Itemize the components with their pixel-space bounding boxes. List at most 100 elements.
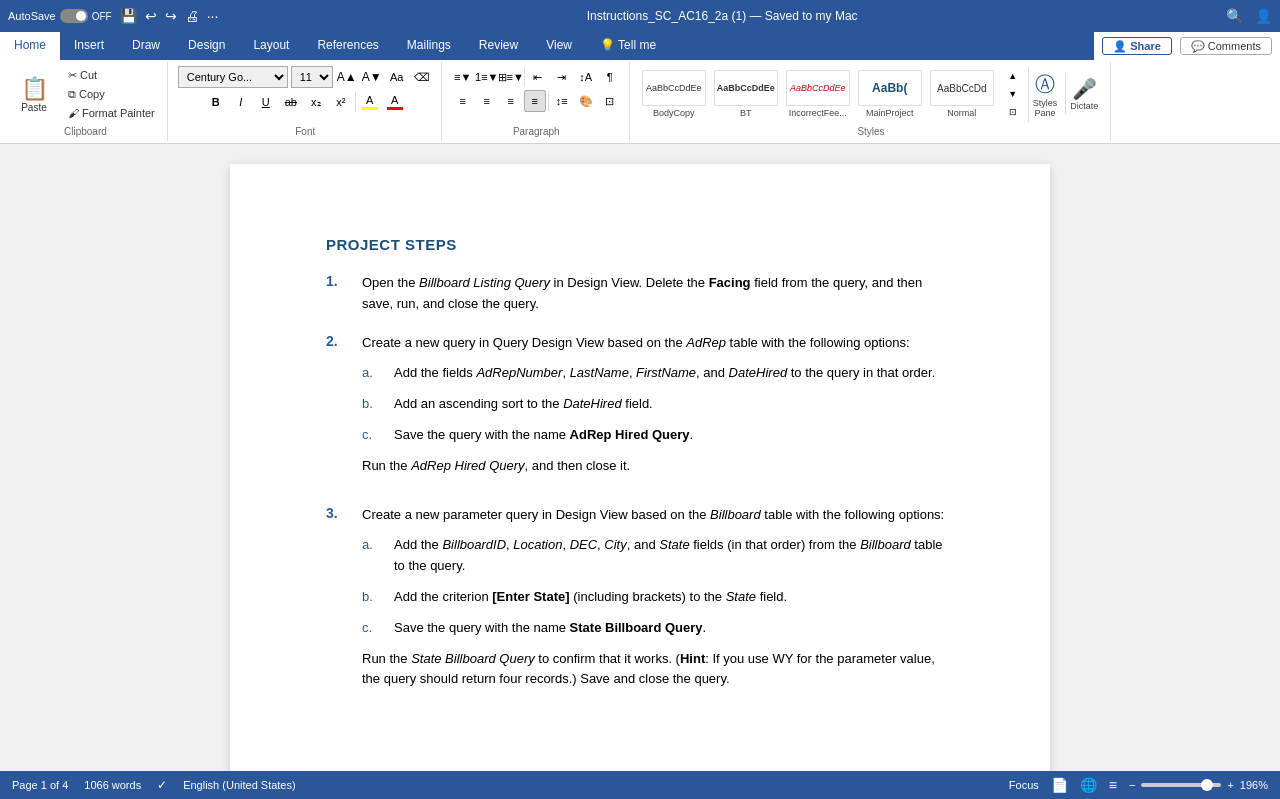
sort-button[interactable]: ↕A (575, 66, 597, 88)
style-incorrect[interactable]: AaBbCcDdEe IncorrectFee... (784, 67, 852, 121)
step1-bold1: Facing (709, 275, 751, 290)
tab-insert[interactable]: Insert (60, 32, 118, 60)
title-bar-center: Instructions_SC_AC16_2a (1) — Saved to m… (587, 9, 858, 23)
copy-button[interactable]: ⧉ Copy (64, 85, 159, 103)
autosave-pill[interactable] (60, 9, 88, 23)
tab-mailings[interactable]: Mailings (393, 32, 465, 60)
font-row-1: Century Go... 11 A▲ A▼ Aa ⌫ (178, 66, 433, 88)
font-size-select[interactable]: 11 (291, 66, 333, 88)
align-right-button[interactable]: ≡ (500, 90, 522, 112)
view-outline-icon[interactable]: ≡ (1109, 777, 1117, 793)
view-print-icon[interactable]: 📄 (1051, 777, 1068, 793)
zoom-out-button[interactable]: − (1129, 779, 1135, 791)
autosave-toggle[interactable]: AutoSave OFF (8, 9, 112, 23)
redo-icon[interactable]: ↪ (165, 8, 177, 24)
increase-indent-button[interactable]: ⇥ (551, 66, 573, 88)
save-icon[interactable]: 💾 (120, 8, 137, 24)
share-button[interactable]: 👤 Share (1102, 37, 1172, 55)
step3a-italic3: DEC (570, 537, 597, 552)
step1-italic1: Billboard Listing Query (419, 275, 550, 290)
styles-content: AaBbCcDdEe BodyCopy AaBbCcDdEe BT AaBbCc… (640, 66, 1103, 122)
comments-button[interactable]: 💬 Comments (1180, 37, 1272, 55)
search-icon[interactable]: 🔍 (1226, 8, 1243, 24)
format-painter-button[interactable]: 🖌 Format Painter (64, 104, 159, 122)
cut-button[interactable]: ✂ Cut (64, 66, 159, 84)
shading-button[interactable]: 🎨 (575, 90, 597, 112)
decrease-indent-button[interactable]: ⇤ (527, 66, 549, 88)
font-color-button[interactable]: A (384, 91, 406, 113)
dictate-icon: 🎤 (1072, 77, 1097, 101)
style-normal[interactable]: AaBbCcDd Normal (928, 67, 996, 121)
styles-list: AaBbCcDdEe BodyCopy AaBbCcDdEe BT AaBbCc… (640, 67, 1024, 121)
tab-view[interactable]: View (532, 32, 586, 60)
tab-design[interactable]: Design (174, 32, 239, 60)
style-bodycopy-preview: AaBbCcDdEe (642, 70, 706, 106)
dictate-button[interactable]: 🎤 Dictate (1065, 73, 1102, 115)
clear-format-button[interactable]: ⌫ (411, 66, 433, 88)
group-styles: AaBbCcDdEe BodyCopy AaBbCcDdEe BT AaBbCc… (632, 62, 1112, 141)
step-3: 3. Create a new parameter query in Desig… (326, 505, 954, 701)
language: English (United States) (183, 779, 296, 791)
show-hide-button[interactable]: ¶ (599, 66, 621, 88)
tab-tell-me[interactable]: 💡 Tell me (586, 32, 670, 60)
step-3c-content: Save the query with the name State Billb… (394, 618, 706, 639)
strikethrough-button[interactable]: ab (280, 91, 302, 113)
change-case-button[interactable]: Aa (386, 66, 408, 88)
tab-review[interactable]: Review (465, 32, 532, 60)
bullets-button[interactable]: ≡▼ (452, 66, 474, 88)
decrease-font-button[interactable]: A▼ (361, 66, 383, 88)
clipboard-content: 📋 Paste ✂ Cut ⧉ Copy 🖌 Format (12, 66, 159, 122)
account-icon[interactable]: 👤 (1255, 8, 1272, 24)
zoom-slider[interactable] (1141, 783, 1221, 787)
styles-expand-button[interactable]: ⊡ (1002, 104, 1024, 120)
styles-pane-button[interactable]: Ⓐ StylesPane (1028, 67, 1062, 122)
borders-button[interactable]: ⊡ (599, 90, 621, 112)
subscript-button[interactable]: x₂ (305, 91, 327, 113)
step-2c-letter: c. (362, 425, 382, 446)
line-spacing-button[interactable]: ↕≡ (551, 90, 573, 112)
print-icon[interactable]: 🖨 (185, 8, 199, 24)
style-bodycopy[interactable]: AaBbCcDdEe BodyCopy (640, 67, 708, 121)
tab-references[interactable]: References (303, 32, 392, 60)
justify-button[interactable]: ≡ (524, 90, 546, 112)
focus-button[interactable]: Focus (1009, 779, 1039, 791)
divider (355, 92, 356, 112)
bold-button[interactable]: B (205, 91, 227, 113)
more-icon[interactable]: ··· (207, 8, 219, 24)
increase-font-button[interactable]: A▲ (336, 66, 358, 88)
style-normal-label: Normal (947, 108, 976, 118)
numbering-button[interactable]: 1≡▼ (476, 66, 498, 88)
tab-layout[interactable]: Layout (239, 32, 303, 60)
styles-up-button[interactable]: ▲ (1002, 68, 1024, 84)
step-1: 1. Open the Billboard Listing Query in D… (326, 273, 954, 315)
step-3c: c. Save the query with the name State Bi… (362, 618, 954, 639)
underline-button[interactable]: U (255, 91, 277, 113)
zoom-in-button[interactable]: + (1227, 779, 1233, 791)
step3-run-italic: State Billboard Query (411, 651, 535, 666)
step-2c: c. Save the query with the name AdRep Hi… (362, 425, 935, 446)
step3-italic-table: Billboard (710, 507, 761, 522)
style-bt[interactable]: AaBbCcDdEe BT (712, 67, 780, 121)
highlight-button[interactable]: A (359, 91, 381, 113)
italic-button[interactable]: I (230, 91, 252, 113)
align-left-button[interactable]: ≡ (452, 90, 474, 112)
tab-draw[interactable]: Draw (118, 32, 174, 60)
cut-icon: ✂ (68, 69, 77, 82)
step-2a-content: Add the fields AdRepNumber, LastName, Fi… (394, 363, 935, 384)
title-bar-left: AutoSave OFF 💾 ↩ ↪ 🖨 ··· (8, 8, 218, 24)
view-web-icon[interactable]: 🌐 (1080, 777, 1097, 793)
superscript-button[interactable]: x² (330, 91, 352, 113)
step-3-sublist: a. Add the BillboardID, Location, DEC, C… (362, 535, 954, 638)
proofing-icon[interactable]: ✓ (157, 778, 167, 792)
styles-down-button[interactable]: ▼ (1002, 86, 1024, 102)
styles-pane-label: StylesPane (1033, 98, 1058, 118)
multilevel-button[interactable]: ⊞≡▼ (500, 66, 522, 88)
paste-button[interactable]: 📋 Paste (12, 68, 56, 120)
font-name-select[interactable]: Century Go... (178, 66, 288, 88)
align-center-button[interactable]: ≡ (476, 90, 498, 112)
page[interactable]: PROJECT STEPS 1. Open the Billboard List… (230, 164, 1050, 799)
paste-big: 📋 Paste (12, 68, 56, 120)
undo-icon[interactable]: ↩ (145, 8, 157, 24)
tab-home[interactable]: Home (0, 32, 60, 60)
style-mainproject[interactable]: AaBb( MainProject (856, 67, 924, 121)
